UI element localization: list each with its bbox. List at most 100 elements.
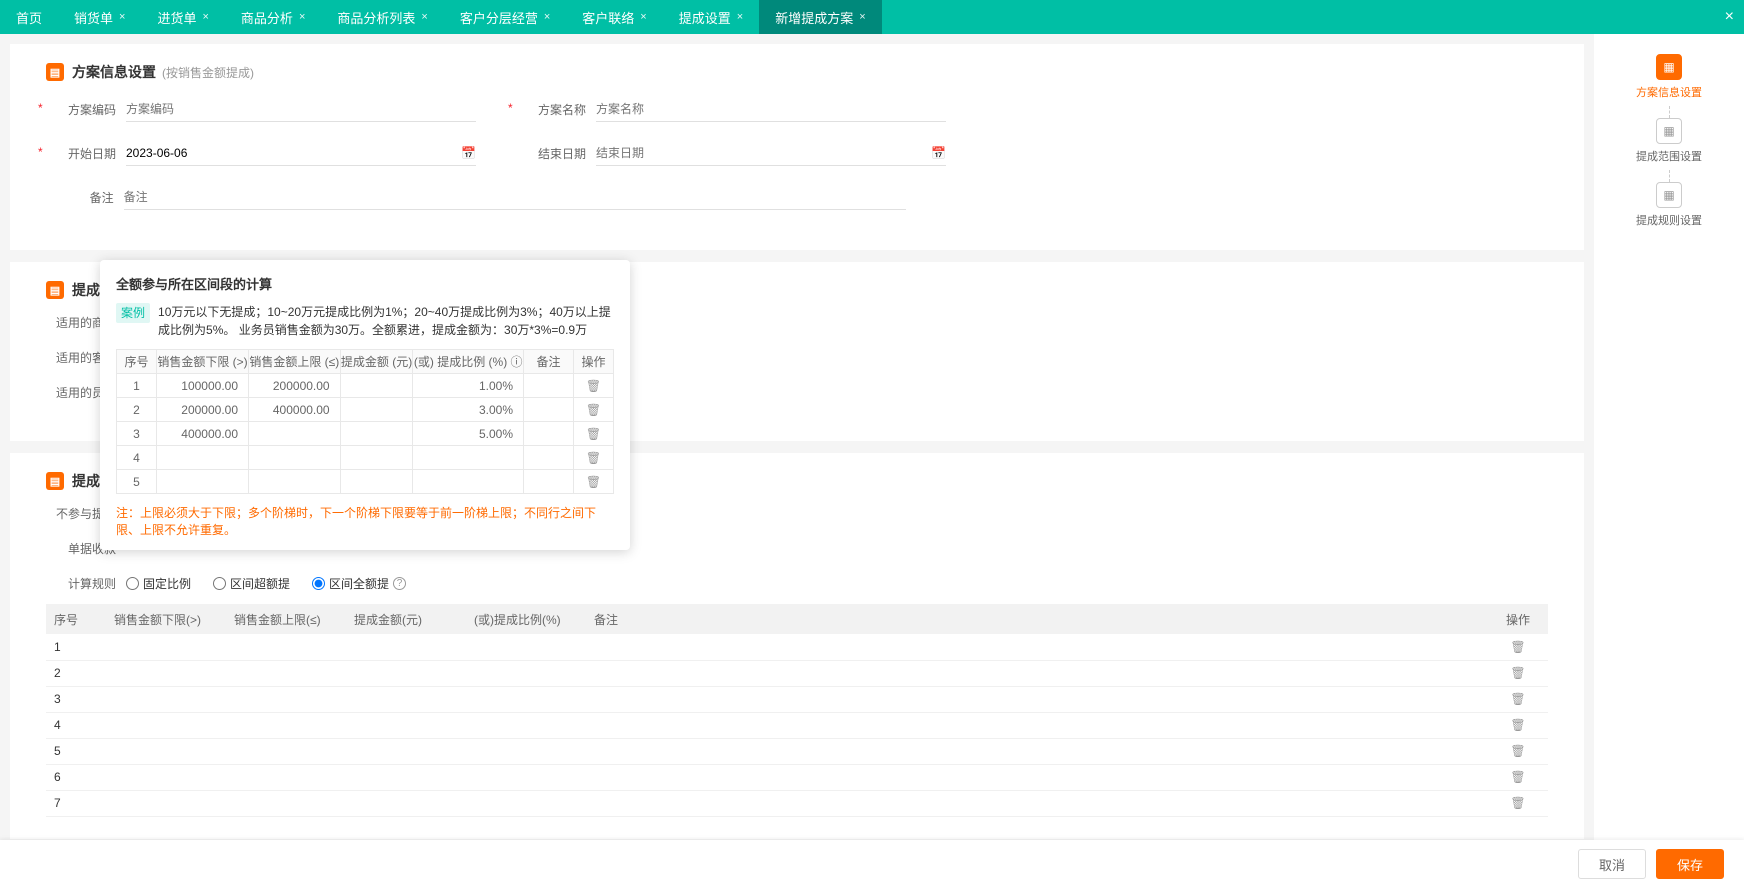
col-op: 操作 bbox=[1488, 604, 1548, 634]
calc-rule-row: 计算规则 固定比例 区间超额提 区间全额提? bbox=[46, 575, 1548, 592]
table-row[interactable]: 3🗑 bbox=[46, 686, 1548, 712]
calendar-icon[interactable]: 📅 bbox=[931, 146, 946, 160]
panel-badge-icon: ▤ bbox=[46, 281, 64, 299]
close-icon[interactable]: × bbox=[737, 11, 743, 23]
close-icon[interactable]: × bbox=[119, 11, 125, 23]
tab-bar: 首页 销货单× 进货单× 商品分析× 商品分析列表× 客户分层经营× 客户联络×… bbox=[0, 0, 1744, 34]
col-amount: 提成金额(元) bbox=[346, 604, 466, 634]
trash-icon[interactable]: 🗑 bbox=[1510, 692, 1525, 706]
table-row[interactable]: 2🗑 bbox=[46, 660, 1548, 686]
table-row[interactable]: 6🗑 bbox=[46, 764, 1548, 790]
anchor-line bbox=[1669, 106, 1670, 118]
panel-badge-icon: ▤ bbox=[46, 63, 64, 81]
pop-col-op: 操作 bbox=[574, 350, 614, 374]
trash-icon[interactable]: 🗑 bbox=[1510, 718, 1525, 732]
save-button[interactable]: 保存 bbox=[1656, 849, 1724, 879]
panel-subtitle: (按销售金额提成) bbox=[162, 64, 254, 81]
popover-desc: 10万元以下无提成；10~20万元提成比例为1%；20~40万提成比例为3%；4… bbox=[158, 303, 614, 339]
example-popover: 全额参与所在区间段的计算 案例 10万元以下无提成；10~20万元提成比例为1%… bbox=[100, 260, 630, 550]
trash-icon[interactable]: 🗑 bbox=[586, 475, 601, 489]
col-high: 销售金额上限(≤) bbox=[226, 604, 346, 634]
info-icon[interactable]: ? bbox=[393, 577, 406, 590]
table-row[interactable]: 4🗑 bbox=[46, 712, 1548, 738]
anchor-info-icon: ▦ bbox=[1656, 54, 1682, 80]
close-icon[interactable]: × bbox=[421, 11, 427, 23]
example-tag: 案例 bbox=[116, 303, 150, 323]
anchor-scope-label: 提成范围设置 bbox=[1636, 148, 1702, 164]
radio-fixed[interactable]: 固定比例 bbox=[126, 575, 191, 592]
tab-sales[interactable]: 销货单× bbox=[58, 0, 141, 34]
panel-title-text: 方案信息设置 bbox=[72, 62, 156, 82]
table-row: 1100000.00200000.001.00%🗑 bbox=[117, 374, 614, 398]
table-row[interactable]: 1🗑 bbox=[46, 634, 1548, 660]
close-icon[interactable]: × bbox=[202, 11, 208, 23]
col-low: 销售金额下限(>) bbox=[106, 604, 226, 634]
start-date-input[interactable] bbox=[126, 146, 476, 160]
table-row[interactable]: 5🗑 bbox=[46, 738, 1548, 764]
radio-tier-excess[interactable]: 区间超额提 bbox=[213, 575, 290, 592]
radio-tier-full[interactable]: 区间全额提? bbox=[312, 575, 406, 592]
popover-note: 注：上限必须大于下限；多个阶梯时，下一个阶梯下限要等于前一阶梯上限；不同行之间下… bbox=[116, 504, 614, 538]
pop-col-amount: 提成金额 (元) bbox=[340, 350, 413, 374]
pop-col-high: 销售金额上限 (≤) bbox=[249, 350, 341, 374]
anchor-info[interactable]: ▦ 方案信息设置 bbox=[1636, 54, 1702, 100]
close-all-icon[interactable]: × bbox=[1725, 0, 1734, 34]
cancel-button[interactable]: 取消 bbox=[1578, 849, 1646, 879]
trash-icon[interactable]: 🗑 bbox=[586, 451, 601, 465]
pop-col-seq: 序号 bbox=[117, 350, 157, 374]
tab-purchase[interactable]: 进货单× bbox=[141, 0, 224, 34]
popover-title: 全额参与所在区间段的计算 bbox=[116, 274, 614, 293]
anchor-scope[interactable]: ▦ 提成范围设置 bbox=[1636, 118, 1702, 164]
remark-label: 备注 bbox=[46, 189, 114, 206]
trash-icon[interactable]: 🗑 bbox=[1510, 770, 1525, 784]
anchor-rule-label: 提成规则设置 bbox=[1636, 212, 1702, 228]
table-row: 4🗑 bbox=[117, 446, 614, 470]
pop-col-ratio: (或) 提成比例 (%) ⓘ bbox=[413, 350, 524, 374]
anchor-rule[interactable]: ▦ 提成规则设置 bbox=[1636, 182, 1702, 228]
calendar-icon[interactable]: 📅 bbox=[461, 146, 476, 160]
table-row[interactable]: 7🗑 bbox=[46, 790, 1548, 816]
trash-icon[interactable]: 🗑 bbox=[586, 403, 601, 417]
anchor-rule-icon: ▦ bbox=[1656, 182, 1682, 208]
close-icon[interactable]: × bbox=[544, 11, 550, 23]
commission-tier-table: 序号 销售金额下限(>) 销售金额上限(≤) 提成金额(元) (或)提成比例(%… bbox=[46, 604, 1548, 817]
close-icon[interactable]: × bbox=[299, 11, 305, 23]
tab-customer-contact[interactable]: 客户联络× bbox=[566, 0, 662, 34]
footer-bar: 取消 保存 bbox=[0, 840, 1744, 888]
trash-icon[interactable]: 🗑 bbox=[586, 427, 601, 441]
table-row: 2200000.00400000.003.00%🗑 bbox=[117, 398, 614, 422]
tab-goods-analysis[interactable]: 商品分析× bbox=[225, 0, 321, 34]
plan-code-label: 方案编码 bbox=[46, 101, 116, 118]
anchor-line bbox=[1669, 170, 1670, 182]
table-row: 3400000.005.00%🗑 bbox=[117, 422, 614, 446]
close-icon[interactable]: × bbox=[859, 11, 865, 23]
panel-plan-info: ▤ 方案信息设置 (按销售金额提成) 方案编码 方案名称 开始日期 bbox=[10, 44, 1584, 250]
plan-name-input[interactable] bbox=[596, 102, 946, 116]
anchor-scope-icon: ▦ bbox=[1656, 118, 1682, 144]
panel-badge-icon: ▤ bbox=[46, 472, 64, 490]
anchor-nav: ▦ 方案信息设置 ▦ 提成范围设置 ▦ 提成规则设置 bbox=[1594, 34, 1744, 888]
trash-icon[interactable]: 🗑 bbox=[586, 379, 601, 393]
plan-name-label: 方案名称 bbox=[516, 101, 586, 118]
remark-input[interactable] bbox=[124, 190, 906, 204]
start-date-label: 开始日期 bbox=[46, 145, 116, 162]
example-table: 序号 销售金额下限 (>) 销售金额上限 (≤) 提成金额 (元) (或) 提成… bbox=[116, 349, 614, 494]
trash-icon[interactable]: 🗑 bbox=[1510, 640, 1525, 654]
close-icon[interactable]: × bbox=[640, 11, 646, 23]
tab-commission-setting[interactable]: 提成设置× bbox=[663, 0, 759, 34]
col-remark: 备注 bbox=[586, 604, 1488, 634]
end-date-input[interactable] bbox=[596, 146, 946, 160]
plan-code-input[interactable] bbox=[126, 102, 476, 116]
tab-new-commission-plan[interactable]: 新增提成方案× bbox=[759, 0, 881, 34]
trash-icon[interactable]: 🗑 bbox=[1510, 666, 1525, 680]
anchor-info-label: 方案信息设置 bbox=[1636, 84, 1702, 100]
col-seq: 序号 bbox=[46, 604, 106, 634]
tab-home[interactable]: 首页 bbox=[0, 0, 58, 34]
tab-customer-tier[interactable]: 客户分层经营× bbox=[444, 0, 566, 34]
tab-goods-list[interactable]: 商品分析列表× bbox=[321, 0, 443, 34]
pop-col-remark: 备注 bbox=[524, 350, 574, 374]
trash-icon[interactable]: 🗑 bbox=[1510, 744, 1525, 758]
trash-icon[interactable]: 🗑 bbox=[1510, 796, 1525, 810]
calc-rule-label: 计算规则 bbox=[46, 575, 116, 592]
end-date-label: 结束日期 bbox=[516, 145, 586, 162]
